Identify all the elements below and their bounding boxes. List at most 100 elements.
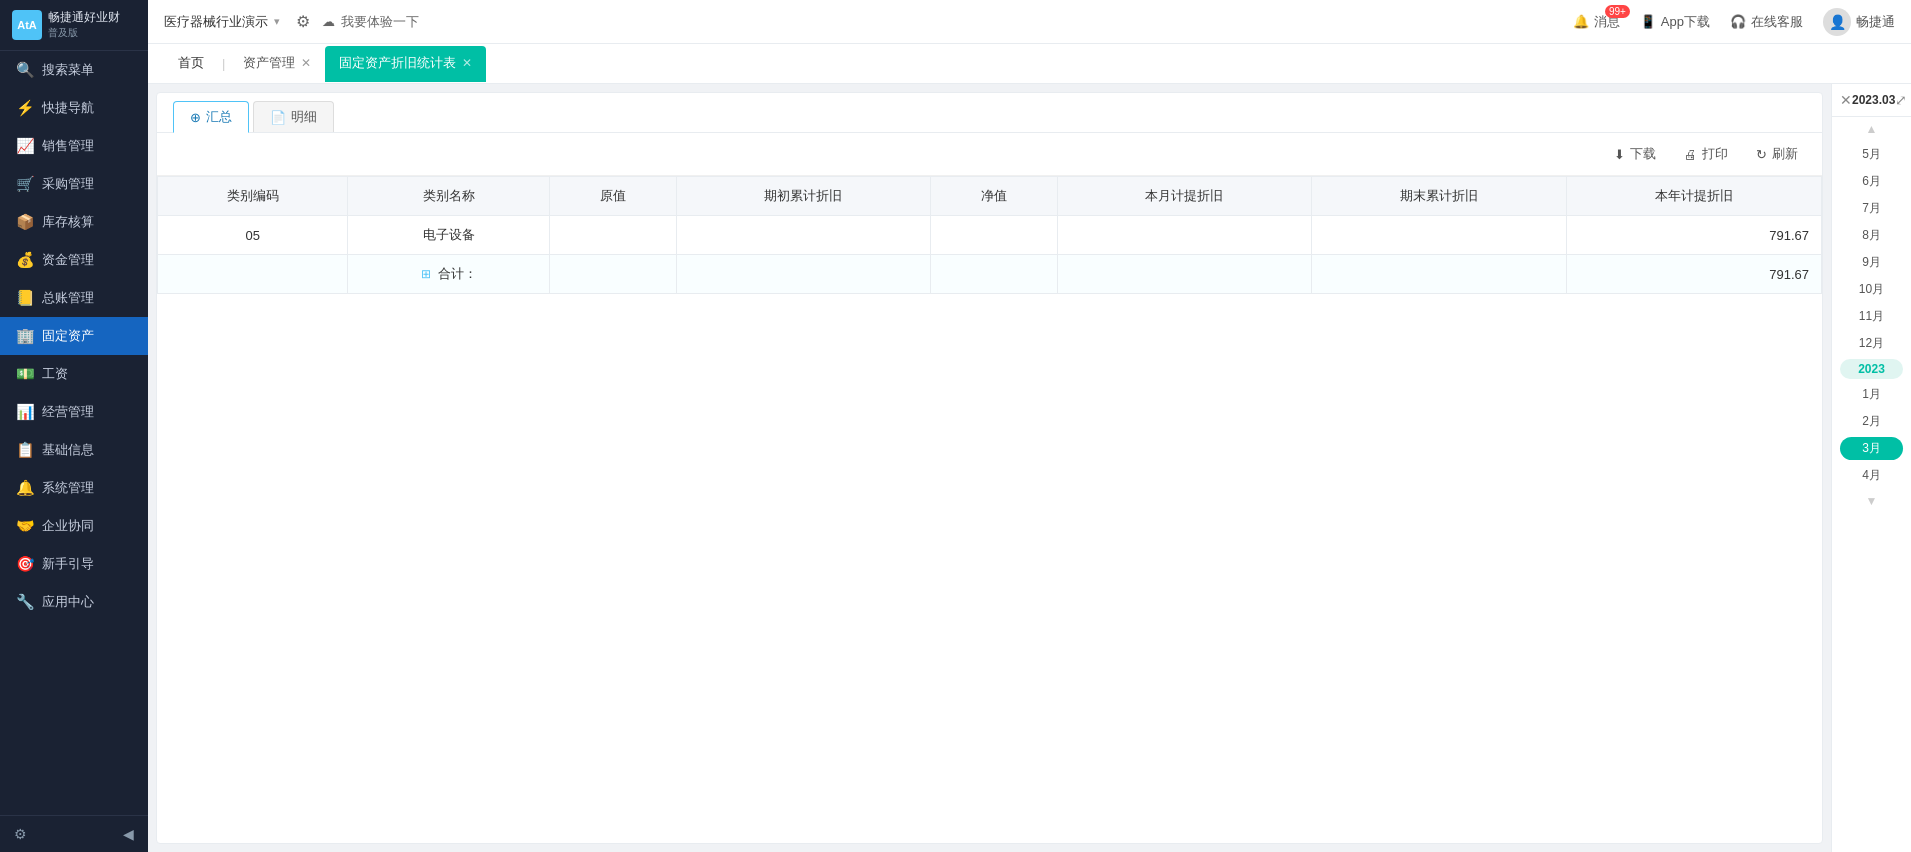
cell-original [550,216,676,255]
table-wrapper: 类别编码 类别名称 原值 期初累计折旧 净值 本月计提折旧 期末累计折旧 本年计… [157,176,1822,843]
sidebar-item-purchase[interactable]: 🛒 采购管理 [0,165,148,203]
col-monthly: 本月计提折旧 [1057,177,1312,216]
date-panel-close-button[interactable]: ✕ [1840,92,1852,108]
date-item-jan[interactable]: 1月 [1832,381,1911,408]
quicknav-icon: ⚡ [16,99,34,117]
date-item-june[interactable]: 6月 [1832,168,1911,195]
content-area: ⊕ 汇总 📄 明细 ⬇ 下载 🖨 打印 ↻ [148,84,1911,852]
sub-tab-summary[interactable]: ⊕ 汇总 [173,101,249,133]
toolbar: ⬇ 下载 🖨 打印 ↻ 刷新 [157,133,1822,176]
date-item-feb[interactable]: 2月 [1832,408,1911,435]
col-name: 类别名称 [348,177,550,216]
date-item-sep[interactable]: 9月 [1832,249,1911,276]
cell-monthly [1057,216,1312,255]
user-profile[interactable]: 👤 畅捷通 [1823,8,1895,36]
sidebar-item-enterprise[interactable]: 🤝 企业协同 [0,507,148,545]
depreciation-table: 类别编码 类别名称 原值 期初累计折旧 净值 本月计提折旧 期末累计折旧 本年计… [157,176,1822,294]
col-code: 类别编码 [158,177,348,216]
date-item-aug[interactable]: 8月 [1832,222,1911,249]
refresh-label: 刷新 [1772,145,1798,163]
download-button[interactable]: ⬇ 下载 [1606,141,1664,167]
sidebar-item-label: 采购管理 [42,175,94,193]
date-panel-expand-button[interactable]: ⤢ [1895,92,1907,108]
phone-icon: 📱 [1640,14,1656,29]
sidebar-item-newbie[interactable]: 🎯 新手引导 [0,545,148,583]
app-download-button[interactable]: 📱 App下载 [1640,13,1710,31]
settings-icon[interactable]: ⚙ [14,826,27,842]
tab-depreciation[interactable]: 固定资产折旧统计表 ✕ [325,46,486,82]
tab-depreciation-label: 固定资产折旧统计表 [339,54,456,72]
logo-text-block: 畅捷通好业财 普及版 [48,10,120,40]
sidebar-item-appcenter[interactable]: 🔧 应用中心 [0,583,148,621]
total-end-acc [1312,255,1567,294]
date-item-oct[interactable]: 10月 [1832,276,1911,303]
sub-tab-detail[interactable]: 📄 明细 [253,101,334,132]
date-item-may[interactable]: 5月 [1832,141,1911,168]
appcenter-icon: 🔧 [16,593,34,611]
scroll-down-button[interactable]: ▼ [1832,489,1911,513]
notifications-button[interactable]: 🔔 消息 99+ [1573,13,1620,31]
total-label: 合计： [438,266,477,281]
sidebar-item-fixed[interactable]: 🏢 固定资产 [0,317,148,355]
print-button[interactable]: 🖨 打印 [1676,141,1736,167]
sales-icon: 📈 [16,137,34,155]
cell-name: 电子设备 [348,216,550,255]
date-item-mar[interactable]: 3月 [1840,437,1903,460]
logo-title: 畅捷通好业财 [48,10,120,26]
sidebar-item-basicinfo[interactable]: 📋 基础信息 [0,431,148,469]
date-item-apr[interactable]: 4月 [1832,462,1911,489]
total-net [931,255,1057,294]
tab-depreciation-close-icon[interactable]: ✕ [462,56,472,70]
tab-asset-mgmt[interactable]: 资产管理 ✕ [229,46,325,82]
sidebar-item-sales[interactable]: 📈 销售管理 [0,127,148,165]
sidebar-item-label: 系统管理 [42,479,94,497]
customer-service-label: 在线客服 [1751,13,1803,31]
cell-code: 05 [158,216,348,255]
app-download-label: App下载 [1661,13,1710,31]
inventory-icon: 📦 [16,213,34,231]
sidebar-item-finance[interactable]: 💰 资金管理 [0,241,148,279]
col-original: 原值 [550,177,676,216]
sidebar-item-system[interactable]: 🔔 系统管理 [0,469,148,507]
header-settings-icon[interactable]: ⚙ [296,12,310,31]
sidebar-item-label: 快捷导航 [42,99,94,117]
col-end-acc: 期末累计折旧 [1312,177,1567,216]
sidebar-item-label: 销售管理 [42,137,94,155]
sidebar-item-label: 固定资产 [42,327,94,345]
tab-home[interactable]: 首页 [164,46,218,82]
operations-icon: 📊 [16,403,34,421]
scroll-up-button[interactable]: ▲ [1832,117,1911,141]
collapse-sidebar-icon[interactable]: ◀ [123,826,134,842]
sub-tab-detail-label: 明细 [291,108,317,126]
refresh-button[interactable]: ↻ 刷新 [1748,141,1806,167]
main-area: 医疗器械行业演示 ▾ ⚙ ☁ 我要体验一下 🔔 消息 99+ 📱 App下载 🎧… [148,0,1911,852]
total-code-cell [158,255,348,294]
sidebar-item-operations[interactable]: 📊 经营管理 [0,393,148,431]
sidebar-item-payroll[interactable]: 💵 工资 [0,355,148,393]
basicinfo-icon: 📋 [16,441,34,459]
date-item-july[interactable]: 7月 [1832,195,1911,222]
search-icon: 🔍 [16,61,34,79]
customer-service-button[interactable]: 🎧 在线客服 [1730,13,1803,31]
total-monthly [1057,255,1312,294]
total-icon: ⊞ [421,267,431,281]
date-item-nov[interactable]: 11月 [1832,303,1911,330]
avatar: 👤 [1823,8,1851,36]
date-item-dec[interactable]: 12月 [1832,330,1911,357]
tab-asset-close-icon[interactable]: ✕ [301,56,311,70]
company-selector[interactable]: 医疗器械行业演示 ▾ [164,13,280,31]
headset-icon: 🎧 [1730,14,1746,29]
company-name: 医疗器械行业演示 [164,13,268,31]
experience-button[interactable]: ☁ 我要体验一下 [322,13,419,31]
sidebar-footer: ⚙ ◀ [0,815,148,852]
system-icon: 🔔 [16,479,34,497]
download-label: 下载 [1630,145,1656,163]
sidebar-item-ledger[interactable]: 📒 总账管理 [0,279,148,317]
year-label-2023[interactable]: 2023 [1840,359,1903,379]
sidebar-item-inventory[interactable]: 📦 库存核算 [0,203,148,241]
sidebar: AtA 畅捷通好业财 普及版 🔍 搜索菜单 ⚡ 快捷导航 📈 销售管理 🛒 采购… [0,0,148,852]
col-net: 净值 [931,177,1057,216]
sidebar-item-label: 搜索菜单 [42,61,94,79]
sidebar-item-search[interactable]: 🔍 搜索菜单 [0,51,148,89]
sidebar-item-quicknav[interactable]: ⚡ 快捷导航 [0,89,148,127]
